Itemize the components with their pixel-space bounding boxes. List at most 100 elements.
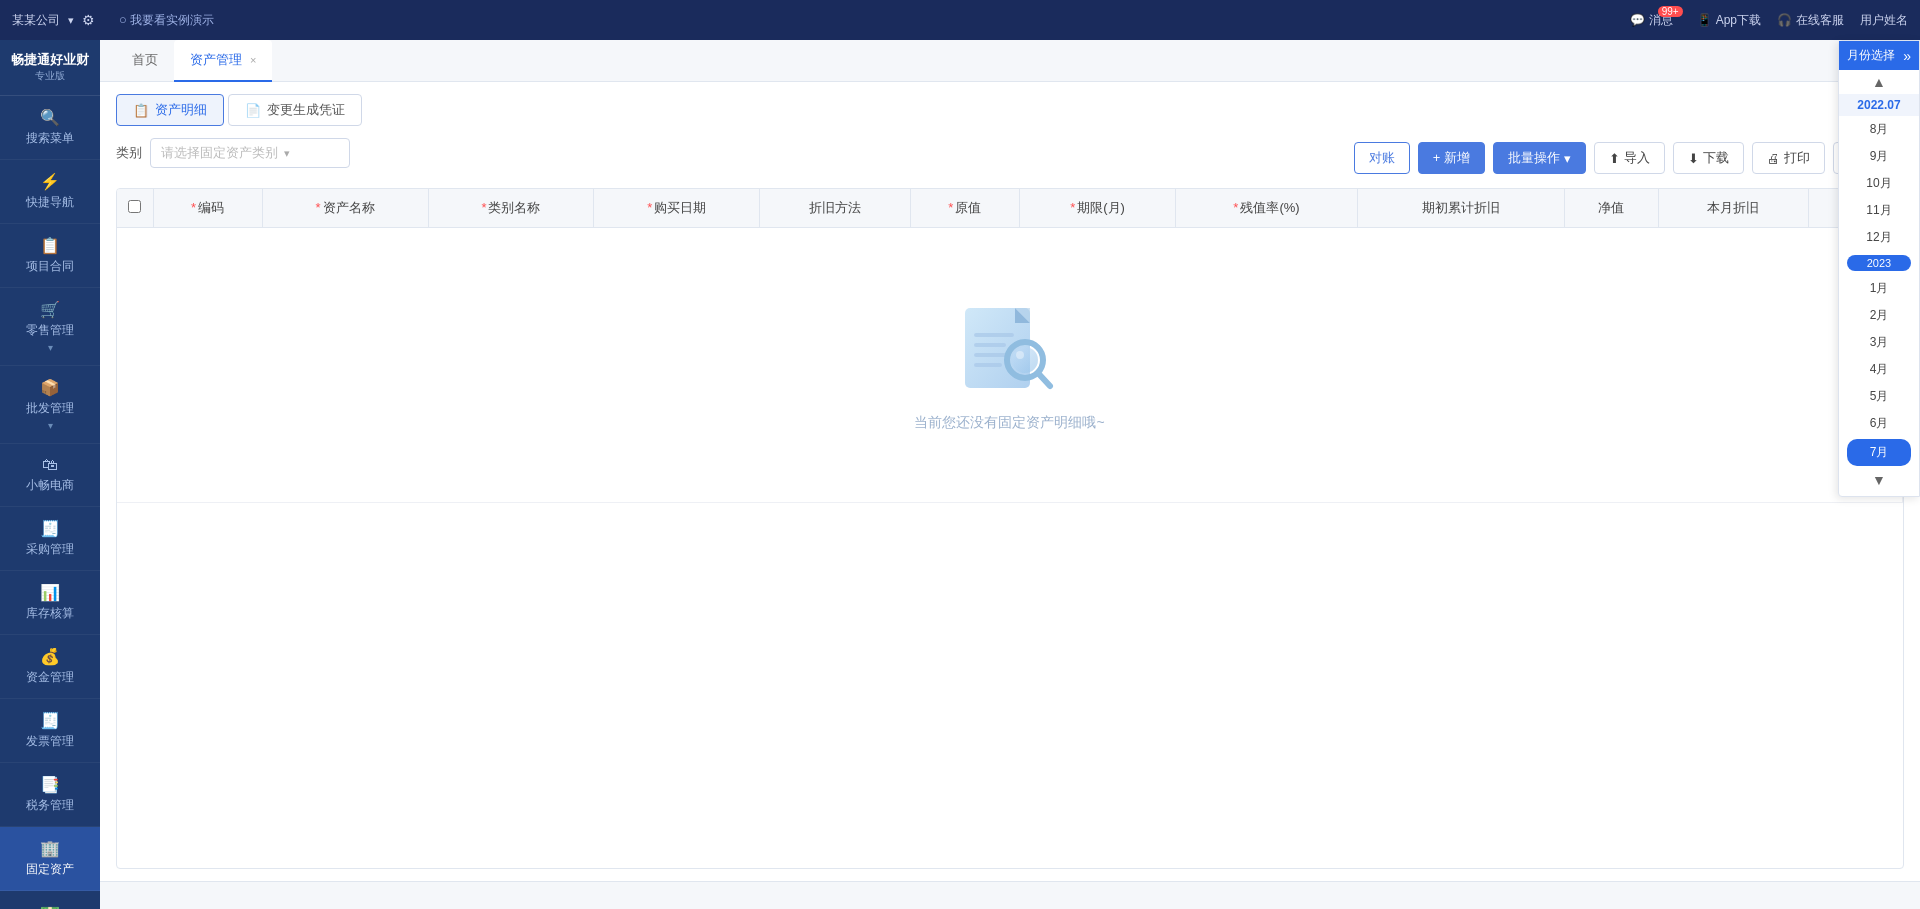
month-item-5[interactable]: 5月 [1839, 383, 1919, 410]
sidebar-item-ecommerce[interactable]: 🛍 小畅电商 [0, 444, 100, 507]
top-bar-right: 💬 消息 99+ 📱 App下载 🎧 在线客服 用户姓名 [1630, 12, 1908, 29]
col-code: *编码 [153, 189, 262, 228]
assets-icon: 🏢 [40, 839, 60, 858]
sub-tab-change-voucher[interactable]: 📄 变更生成凭证 [228, 94, 362, 126]
col-monthly-depreciation: 本月折旧 [1658, 189, 1808, 228]
year-2023-badge: 2023 [1847, 255, 1911, 271]
sidebar-assets-label: 固定资产 [26, 861, 74, 878]
month-nav-top: ▲ [1839, 70, 1919, 94]
settings-icon[interactable]: ⚙ [82, 12, 95, 28]
import-button[interactable]: ⬆ 导入 [1594, 142, 1665, 174]
tab-home-label: 首页 [132, 51, 158, 69]
logo-title: 畅捷通好业财 [8, 52, 92, 69]
sidebar-item-quick-nav[interactable]: ⚡ 快捷导航 [0, 160, 100, 224]
month-panel-title: 月份选择 [1847, 47, 1895, 64]
month-item-2[interactable]: 2月 [1839, 302, 1919, 329]
message-icon: 💬 [1630, 13, 1645, 27]
col-buy-date: *购买日期 [594, 189, 760, 228]
month-panel: 月份选择 » ▲ 2022.07 8月 9月 10月 11月 12月 2023 … [1838, 40, 1920, 497]
month-item-3[interactable]: 3月 [1839, 329, 1919, 356]
project-icon: 📋 [40, 236, 60, 255]
sidebar-project-label: 项目合同 [26, 258, 74, 275]
select-all-checkbox[interactable] [117, 189, 153, 228]
table-wrapper: *编码 *资产名称 *类别名称 *购买日期 折旧方法 *原值 *期限(月) *残… [116, 188, 1904, 869]
sidebar-item-search[interactable]: 🔍 搜索菜单 [0, 96, 100, 160]
demo-label: 我要看实例演示 [130, 13, 214, 27]
demo-link[interactable]: ○ 我要看实例演示 [119, 12, 214, 29]
month-item-12[interactable]: 12月 [1839, 224, 1919, 251]
assets-table: *编码 *资产名称 *类别名称 *购买日期 折旧方法 *原值 *期限(月) *残… [117, 189, 1903, 503]
main-layout: 畅捷通好业财 专业版 🔍 搜索菜单 ⚡ 快捷导航 📋 项目合同 🛒 零售管理 ▾… [0, 40, 1920, 909]
col-residual-rate: *残值率(%) [1176, 189, 1358, 228]
month-item-7-current[interactable]: 7月 [1847, 439, 1911, 466]
month-item-6[interactable]: 6月 [1839, 410, 1919, 437]
month-panel-collapse-icon[interactable]: » [1903, 48, 1911, 64]
print-icon: 🖨 [1767, 151, 1780, 166]
add-button[interactable]: + 新增 [1418, 142, 1485, 174]
service-icon: 🎧 [1777, 13, 1792, 27]
month-item-10[interactable]: 10月 [1839, 170, 1919, 197]
company-dropdown-icon[interactable]: ▾ [68, 14, 74, 27]
company-name: 某某公司 [12, 12, 60, 29]
logo-sub: 专业版 [8, 69, 92, 83]
sidebar-logo: 畅捷通好业财 专业版 [0, 40, 100, 96]
sidebar-item-inventory[interactable]: 📊 库存核算 [0, 571, 100, 635]
month-item-11[interactable]: 11月 [1839, 197, 1919, 224]
chevron-down-icon: ▾ [48, 342, 53, 353]
sub-tabs: 📋 资产明细 📄 变更生成凭证 [116, 94, 1904, 126]
sidebar-ecommerce-label: 小畅电商 [26, 477, 74, 494]
tab-asset-management[interactable]: 资产管理 × [174, 40, 272, 82]
add-label: + 新增 [1433, 149, 1470, 167]
sidebar-item-salary[interactable]: 💵 工资 [0, 891, 100, 909]
col-original-value: *原值 [910, 189, 1019, 228]
empty-state: 当前您还没有固定资产明细哦~ [125, 238, 1894, 492]
sidebar-item-finance[interactable]: 💰 资金管理 [0, 635, 100, 699]
user-name[interactable]: 用户姓名 [1860, 12, 1908, 29]
download-label: 下载 [1703, 149, 1729, 167]
chevron-down-icon: ▾ [48, 420, 53, 431]
sub-tab-asset-detail[interactable]: 📋 资产明细 [116, 94, 224, 126]
month-item-9[interactable]: 9月 [1839, 143, 1919, 170]
sidebar-inventory-label: 库存核算 [26, 605, 74, 622]
batch-arrow-icon: ▾ [1564, 151, 1571, 166]
sub-tab-asset-detail-label: 资产明细 [155, 101, 207, 119]
customer-service-button[interactable]: 🎧 在线客服 [1777, 12, 1844, 29]
svg-rect-3 [974, 333, 1014, 337]
tab-bar: 首页 资产管理 × [100, 40, 1920, 82]
tab-home[interactable]: 首页 [116, 40, 174, 82]
reconcile-button[interactable]: 对账 [1354, 142, 1410, 174]
batch-button[interactable]: 批量操作 ▾ [1493, 142, 1586, 174]
month-item-8[interactable]: 8月 [1839, 116, 1919, 143]
sidebar-quicknav-label: 快捷导航 [26, 194, 74, 211]
col-period: *期限(月) [1019, 189, 1175, 228]
sidebar-item-purchase[interactable]: 🧾 采购管理 [0, 507, 100, 571]
inventory-icon: 📊 [40, 583, 60, 602]
sidebar-item-project[interactable]: 📋 项目合同 [0, 224, 100, 288]
month-up-icon[interactable]: ▲ [1872, 74, 1886, 90]
col-accumulated-depreciation: 期初累计折旧 [1357, 189, 1564, 228]
sidebar-item-invoice[interactable]: 🧾 发票管理 [0, 699, 100, 763]
download-button[interactable]: ⬇ 下载 [1673, 142, 1744, 174]
sidebar-item-assets[interactable]: 🏢 固定资产 [0, 827, 100, 891]
sidebar-item-wholesale[interactable]: 📦 批发管理 ▾ [0, 366, 100, 444]
month-item-1[interactable]: 1月 [1839, 275, 1919, 302]
category-select[interactable]: 请选择固定资产类别 ▾ [150, 138, 350, 168]
empty-state-cell: 当前您还没有固定资产明细哦~ [117, 228, 1903, 503]
tab-active-label: 资产管理 [190, 51, 242, 69]
app-download-button[interactable]: 📱 App下载 [1697, 12, 1761, 29]
sidebar-wholesale-label: 批发管理 [26, 400, 74, 417]
print-button[interactable]: 🖨 打印 [1752, 142, 1825, 174]
month-item-4[interactable]: 4月 [1839, 356, 1919, 383]
table-header-row: *编码 *资产名称 *类别名称 *购买日期 折旧方法 *原值 *期限(月) *残… [117, 189, 1903, 228]
tab-close-icon[interactable]: × [250, 54, 256, 66]
sidebar-item-tax[interactable]: 📑 税务管理 [0, 763, 100, 827]
message-button[interactable]: 💬 消息 99+ [1630, 12, 1673, 29]
print-label: 打印 [1784, 149, 1810, 167]
sidebar-item-retail[interactable]: 🛒 零售管理 ▾ [0, 288, 100, 366]
sidebar-purchase-label: 采购管理 [26, 541, 74, 558]
top-bar-left: 某某公司 ▾ ⚙ ○ 我要看实例演示 [12, 12, 214, 29]
checkbox-all[interactable] [128, 200, 141, 213]
filter-label: 类别 [116, 144, 142, 162]
reconcile-label: 对账 [1369, 149, 1395, 167]
month-down-icon[interactable]: ▼ [1872, 472, 1886, 488]
